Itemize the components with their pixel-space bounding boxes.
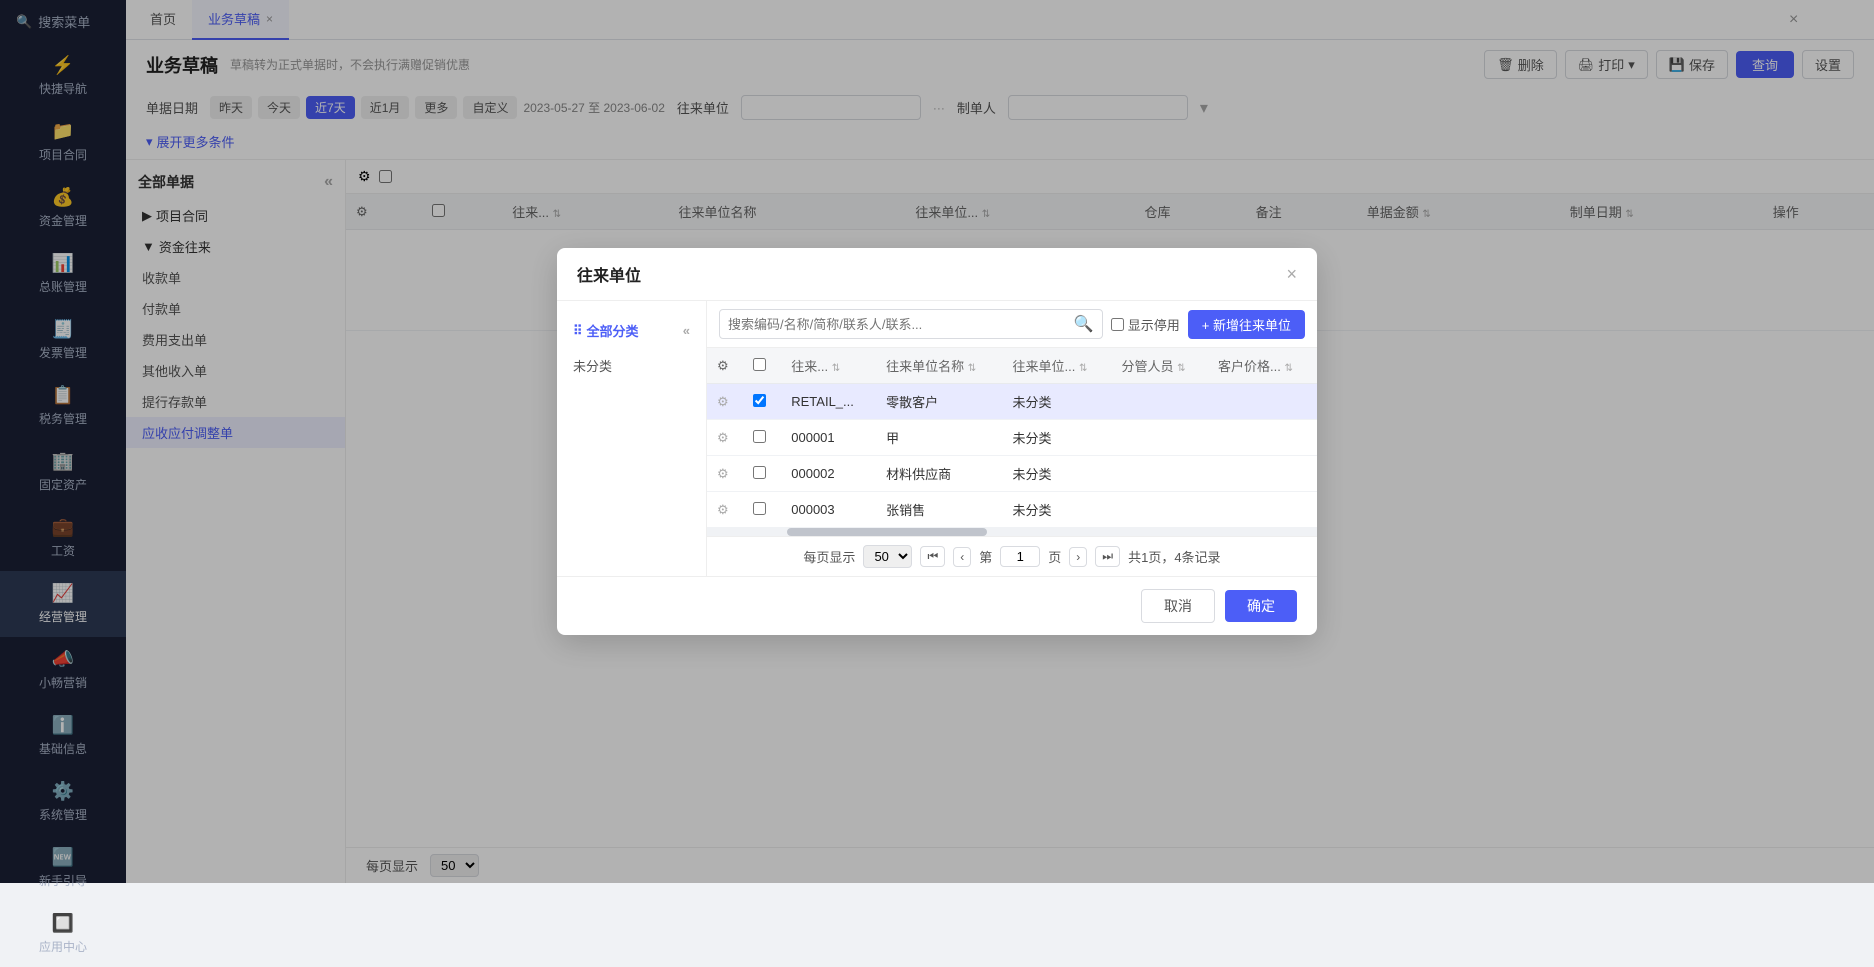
modal-overlay: 往来单位 × ⠿ 全部分类 « 未分类 🔍 <box>0 0 1874 883</box>
modal-title: 往来单位 <box>577 262 641 286</box>
sidebar-item-app-center[interactable]: 🔲 应用中心 <box>0 901 126 967</box>
row-manager <box>1111 492 1208 528</box>
row-price-level <box>1208 420 1317 456</box>
app-center-icon: 🔲 <box>52 913 74 934</box>
page-suffix: 页 <box>1048 547 1061 566</box>
confirm-button[interactable]: 确定 <box>1225 590 1297 622</box>
show-disabled-checkbox[interactable] <box>1111 318 1124 331</box>
row-price-level <box>1208 492 1317 528</box>
row-category: 未分类 <box>1003 492 1112 528</box>
prev-page-btn[interactable]: ‹ <box>953 547 971 567</box>
modal-search-box[interactable]: 🔍 <box>719 309 1103 339</box>
last-page-btn[interactable]: ⏭ <box>1095 546 1120 567</box>
counterpart-modal: 往来单位 × ⠿ 全部分类 « 未分类 🔍 <box>557 248 1317 635</box>
modal-table-row[interactable]: ⚙ 000002 材料供应商 未分类 <box>707 456 1317 492</box>
modal-scrollbar[interactable] <box>707 528 1317 536</box>
modal-th-code: 往来... ⇅ <box>781 348 876 384</box>
total-text: 共1页，4条记录 <box>1128 547 1220 566</box>
row-category: 未分类 <box>1003 384 1112 420</box>
modal-sort-name[interactable]: ⇅ <box>968 363 976 374</box>
current-page-input[interactable] <box>1000 546 1040 567</box>
per-page-label: 每页显示 <box>803 547 855 566</box>
row-code: 000003 <box>781 492 876 528</box>
modal-th-settings: ⚙ <box>707 348 743 384</box>
row-code: 000002 <box>781 456 876 492</box>
show-disabled-label[interactable]: 显示停用 <box>1111 315 1180 334</box>
modal-footer: 取消 确定 <box>557 576 1317 635</box>
modal-th-name: 往来单位名称 ⇅ <box>876 348 1002 384</box>
modal-sort-manager[interactable]: ⇅ <box>1177 363 1185 374</box>
modal-th-check <box>743 348 781 384</box>
row-code: RETAIL_... <box>781 384 876 420</box>
modal-header-checkbox[interactable] <box>753 358 766 371</box>
modal-sort-price[interactable]: ⇅ <box>1284 363 1292 374</box>
modal-left-panel: ⠿ 全部分类 « 未分类 <box>557 301 707 576</box>
modal-th-price: 客户价格... ⇅ <box>1208 348 1317 384</box>
modal-pagination: 每页显示 50 ⏮ ‹ 第 页 › ⏭ 共1页，4条记录 <box>707 536 1317 576</box>
modal-scrollbar-thumb[interactable] <box>787 528 987 536</box>
modal-header: 往来单位 × <box>557 248 1317 301</box>
modal-table: ⚙ 往来... ⇅ 往来单位名称 ⇅ <box>707 348 1317 528</box>
row-check[interactable] <box>743 420 781 456</box>
modal-search-input[interactable] <box>728 317 1068 332</box>
row-check[interactable] <box>743 456 781 492</box>
modal-th-category: 往来单位... ⇅ <box>1003 348 1112 384</box>
per-page-select[interactable]: 50 <box>863 545 912 568</box>
modal-table-wrapper: ⚙ 往来... ⇅ 往来单位名称 ⇅ <box>707 348 1317 528</box>
modal-close-button[interactable]: × <box>1286 264 1297 285</box>
modal-left-uncategorized[interactable]: 未分类 <box>557 348 706 383</box>
row-category: 未分类 <box>1003 456 1112 492</box>
grid-icon-modal: ⠿ <box>573 323 583 339</box>
row-settings: ⚙ <box>707 420 743 456</box>
row-settings: ⚙ <box>707 384 743 420</box>
page-label: 第 <box>979 547 992 566</box>
row-manager <box>1111 384 1208 420</box>
modal-sort-code[interactable]: ⇅ <box>832 363 840 374</box>
add-counterpart-button[interactable]: + 新增往来单位 <box>1188 310 1305 339</box>
cancel-button[interactable]: 取消 <box>1141 589 1215 623</box>
modal-table-row[interactable]: ⚙ RETAIL_... 零散客户 未分类 <box>707 384 1317 420</box>
search-icon-modal: 🔍 <box>1074 314 1094 334</box>
modal-toolbar: 🔍 显示停用 + 新增往来单位 <box>707 301 1317 348</box>
row-price-level <box>1208 384 1317 420</box>
row-settings: ⚙ <box>707 456 743 492</box>
row-name: 甲 <box>876 420 1002 456</box>
row-name: 零散客户 <box>876 384 1002 420</box>
next-page-btn[interactable]: › <box>1069 547 1087 567</box>
row-price-level <box>1208 456 1317 492</box>
modal-table-row[interactable]: ⚙ 000003 张销售 未分类 <box>707 492 1317 528</box>
modal-table-row[interactable]: ⚙ 000001 甲 未分类 <box>707 420 1317 456</box>
modal-left-all-category[interactable]: ⠿ 全部分类 « <box>557 313 706 348</box>
row-name: 张销售 <box>876 492 1002 528</box>
row-code: 000001 <box>781 420 876 456</box>
sidebar-item-label: 应用中心 <box>39 938 87 955</box>
row-check[interactable] <box>743 384 781 420</box>
modal-sort-category[interactable]: ⇅ <box>1079 363 1087 374</box>
modal-left-collapse-icon[interactable]: « <box>683 323 690 338</box>
row-manager <box>1111 456 1208 492</box>
modal-body: ⠿ 全部分类 « 未分类 🔍 显示停用 <box>557 301 1317 576</box>
modal-right-panel: 🔍 显示停用 + 新增往来单位 ⚙ <box>707 301 1317 576</box>
modal-th-manager: 分管人员 ⇅ <box>1111 348 1208 384</box>
row-settings: ⚙ <box>707 492 743 528</box>
row-name: 材料供应商 <box>876 456 1002 492</box>
modal-table-header: ⚙ 往来... ⇅ 往来单位名称 ⇅ <box>707 348 1317 384</box>
row-category: 未分类 <box>1003 420 1112 456</box>
first-page-btn[interactable]: ⏮ <box>920 546 945 567</box>
row-manager <box>1111 420 1208 456</box>
row-check[interactable] <box>743 492 781 528</box>
